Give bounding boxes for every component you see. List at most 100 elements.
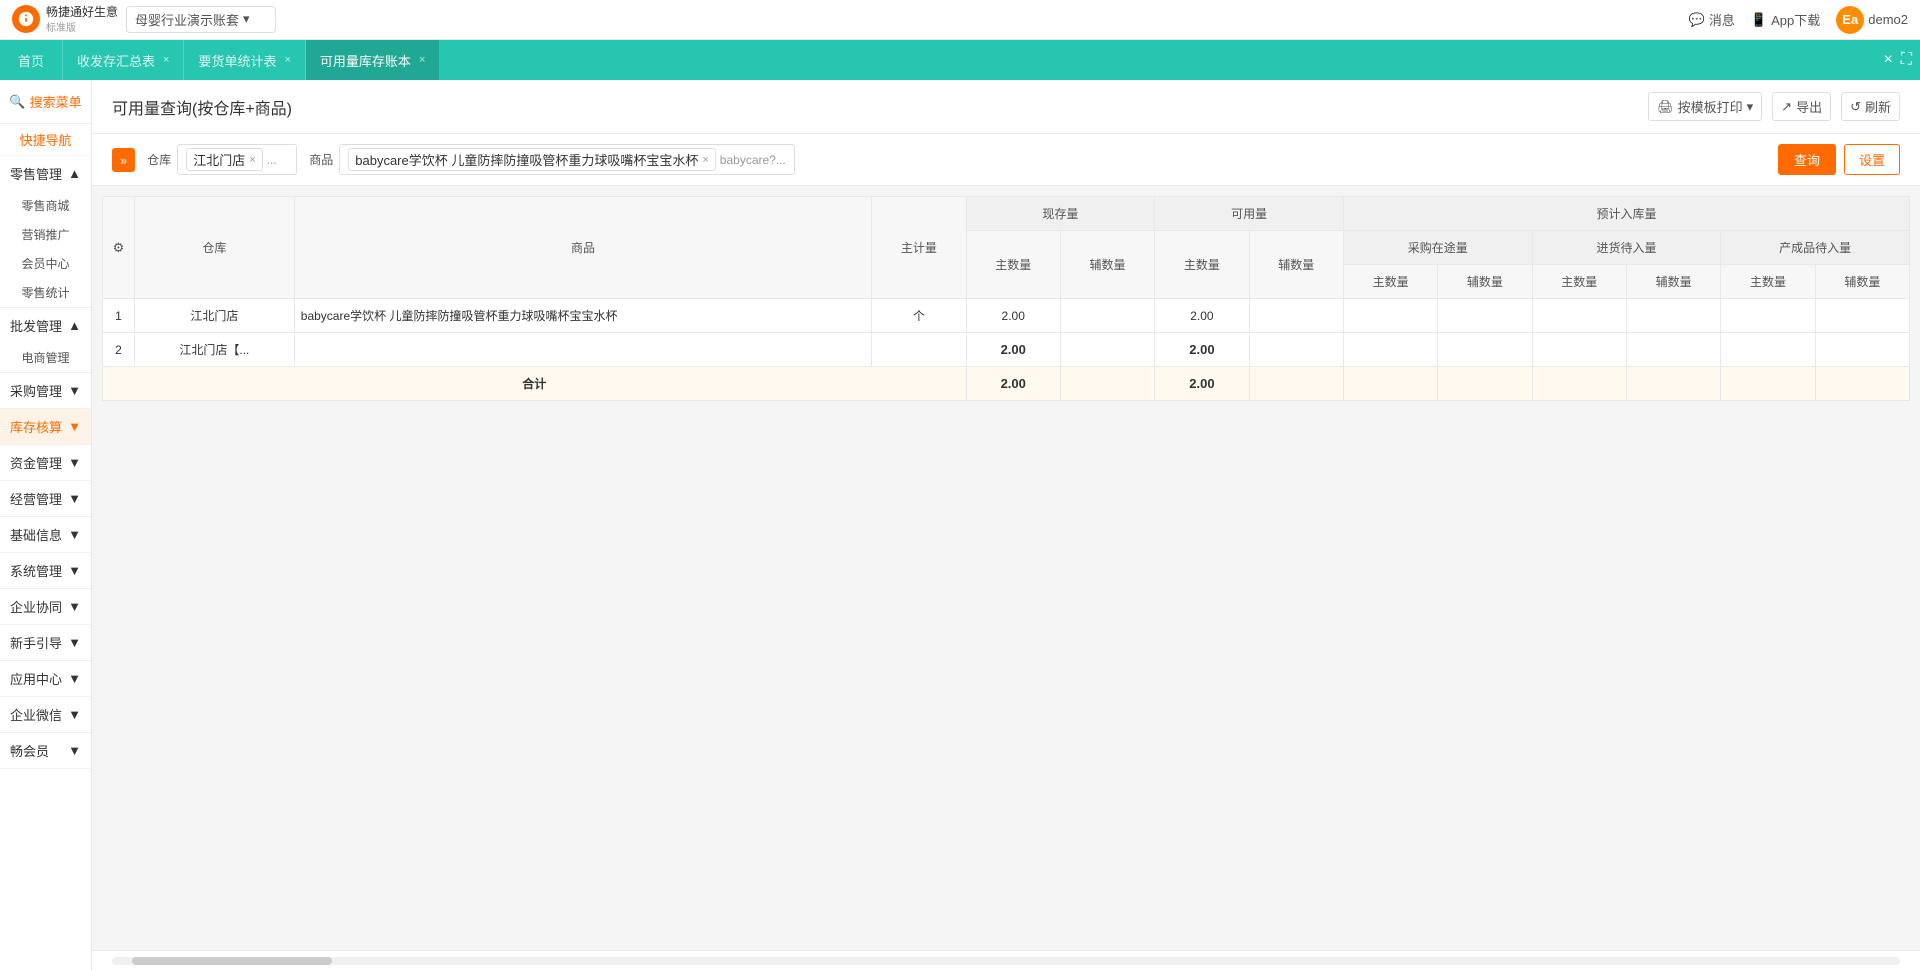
tab-order-stats[interactable]: 要货单统计表 × bbox=[184, 40, 305, 80]
logo-area: 畅捷通好生意 标准版 bbox=[12, 5, 118, 34]
product-tag-1: babycare学饮杯 儿童防摔防撞吸管杯重力球吸嘴杯宝宝水杯 × bbox=[348, 148, 716, 171]
unit-col-header: 主计量 bbox=[872, 197, 966, 299]
tab-home[interactable]: 首页 bbox=[0, 40, 63, 80]
tenant-name: 母婴行业演示账套 bbox=[135, 10, 239, 29]
sidebar-item-retail-mall[interactable]: 零售商城 bbox=[0, 191, 91, 220]
sidebar-section-members2-title[interactable]: 畅会员 ▼ bbox=[0, 733, 91, 768]
sidebar-section-collab-title[interactable]: 企业协同 ▼ bbox=[0, 589, 91, 624]
settings-col-icon: ⚙ bbox=[113, 240, 125, 255]
app-download-button[interactable]: 📱 App下载 bbox=[1751, 10, 1820, 29]
nav-tabs: 首页 收发存汇总表 × 要货单统计表 × 可用量库存账本 × × ⛶ bbox=[0, 40, 1920, 80]
wholesale-expand-icon: ▲ bbox=[68, 318, 81, 333]
row1-unit: 个 bbox=[872, 299, 966, 333]
refresh-icon: ↺ bbox=[1850, 99, 1861, 115]
total-avail-aux bbox=[1249, 367, 1343, 401]
quick-nav-button[interactable]: 快捷导航 bbox=[0, 124, 91, 156]
total-current-main: 2.00 bbox=[966, 367, 1060, 401]
export-label: 导出 bbox=[1796, 97, 1822, 116]
finished-aux-qty-header: 辅数量 bbox=[1815, 265, 1909, 299]
sidebar-section-guide-title[interactable]: 新手引导 ▼ bbox=[0, 625, 91, 660]
fullscreen-button[interactable]: ⛶ bbox=[1901, 51, 1912, 69]
warehouse-filter-label: 仓库 bbox=[147, 151, 171, 168]
sidebar-section-wholesale: 批发管理 ▲ 电商管理 bbox=[0, 308, 91, 373]
operations-expand-icon: ▼ bbox=[68, 491, 81, 506]
scroll-track[interactable] bbox=[112, 957, 1900, 965]
total-purchase-aux bbox=[1438, 367, 1532, 401]
message-label: 消息 bbox=[1709, 10, 1735, 29]
row2-index: 2 bbox=[103, 333, 135, 367]
row1-avail-main: 2.00 bbox=[1155, 299, 1249, 333]
print-chevron-icon: ▾ bbox=[1747, 99, 1754, 115]
avatar-initial: Ea bbox=[1842, 12, 1858, 27]
sidebar-section-wholesale-title[interactable]: 批发管理 ▲ bbox=[0, 308, 91, 343]
purchase-expand-icon: ▼ bbox=[68, 383, 81, 398]
row2-avail-main: 2.00 bbox=[1155, 333, 1249, 367]
product-tag-1-close[interactable]: × bbox=[702, 154, 708, 166]
user-menu[interactable]: Ea demo2 bbox=[1836, 6, 1908, 34]
warehouse-filter-input[interactable]: 江北门店 × ... bbox=[177, 144, 297, 175]
settings-col-header[interactable]: ⚙ bbox=[103, 197, 135, 299]
tab-order-stats-close[interactable]: × bbox=[284, 54, 290, 66]
purchase-main-qty-header: 主数量 bbox=[1343, 265, 1437, 299]
query-button[interactable]: 查询 bbox=[1778, 144, 1836, 175]
message-button[interactable]: 💬 消息 bbox=[1689, 10, 1735, 29]
table-wrapper: ⚙ 仓库 商品 主计量 现存量 可用量 预计入库量 主数量 辅数量 主数量 辅数… bbox=[92, 186, 1920, 950]
warehouse-tag-close[interactable]: × bbox=[249, 154, 255, 166]
page-title: 可用量查询(按仓库+商品) bbox=[112, 95, 292, 119]
tab-available-inventory-close[interactable]: × bbox=[419, 54, 425, 66]
export-button[interactable]: ↗ 导出 bbox=[1772, 92, 1831, 121]
app-download-label: App下载 bbox=[1771, 10, 1820, 29]
logo-subtitle: 标准版 bbox=[46, 19, 118, 34]
row2-finished-main bbox=[1721, 333, 1815, 367]
retail-label: 零售管理 bbox=[10, 164, 62, 183]
current-aux-qty-header: 辅数量 bbox=[1060, 231, 1154, 299]
row2-inbound-main bbox=[1532, 333, 1626, 367]
sidebar-section-purchase-title[interactable]: 采购管理 ▼ bbox=[0, 373, 91, 408]
sidebar-section-system-title[interactable]: 系统管理 ▼ bbox=[0, 553, 91, 588]
purchase-label: 采购管理 bbox=[10, 381, 62, 400]
sidebar-section-operations-title[interactable]: 经营管理 ▼ bbox=[0, 481, 91, 516]
scroll-thumb[interactable] bbox=[132, 957, 332, 965]
tab-available-inventory[interactable]: 可用量库存账本 × bbox=[306, 40, 440, 80]
total-label: 合计 bbox=[103, 367, 967, 401]
warehouse-tag-text: 江北门店 bbox=[193, 150, 245, 169]
sidebar-item-marketing[interactable]: 营销推广 bbox=[0, 220, 91, 249]
wholesale-label: 批发管理 bbox=[10, 316, 62, 335]
sidebar-section-finance-title[interactable]: 资金管理 ▼ bbox=[0, 445, 91, 480]
operations-label: 经营管理 bbox=[10, 489, 62, 508]
sidebar-section-basics-title[interactable]: 基础信息 ▼ bbox=[0, 517, 91, 552]
tab-inventory-summary-close[interactable]: × bbox=[163, 54, 169, 66]
tab-inventory-summary[interactable]: 收发存汇总表 × bbox=[63, 40, 184, 80]
row1-purchase-aux bbox=[1438, 299, 1532, 333]
sidebar-section-system: 系统管理 ▼ bbox=[0, 553, 91, 589]
filter-toggle-button[interactable]: » bbox=[112, 148, 135, 172]
finished-pending-header: 产成品待入量 bbox=[1721, 231, 1910, 265]
row1-current-aux bbox=[1060, 299, 1154, 333]
filter-toggle-icon: » bbox=[120, 153, 127, 168]
close-all-tabs-button[interactable]: × bbox=[1883, 51, 1892, 69]
print-label: 按模板打印 bbox=[1678, 97, 1743, 116]
export-icon: ↗ bbox=[1781, 99, 1792, 115]
row1-current-main: 2.00 bbox=[966, 299, 1060, 333]
sidebar-section-appstore-title[interactable]: 应用中心 ▼ bbox=[0, 661, 91, 696]
product-filter-more[interactable]: babycare?... bbox=[720, 153, 786, 167]
collab-label: 企业协同 bbox=[10, 597, 62, 616]
total-finished-main bbox=[1721, 367, 1815, 401]
sidebar-item-members[interactable]: 会员中心 bbox=[0, 249, 91, 278]
search-icon: 🔍 bbox=[9, 94, 25, 110]
tenant-selector[interactable]: 母婴行业演示账套 ▾ bbox=[126, 6, 276, 33]
search-menu-button[interactable]: 🔍 搜索菜单 bbox=[8, 88, 83, 115]
product-tag-1-text: babycare学饮杯 儿童防摔防撞吸管杯重力球吸嘴杯宝宝水杯 bbox=[355, 150, 698, 169]
refresh-button[interactable]: ↺ 刷新 bbox=[1841, 92, 1900, 121]
sidebar-section-retail-title[interactable]: 零售管理 ▲ bbox=[0, 156, 91, 191]
sidebar-item-ecommerce[interactable]: 电商管理 bbox=[0, 343, 91, 372]
sidebar-item-retail-stats[interactable]: 零售统计 bbox=[0, 278, 91, 307]
warehouse-filter-more[interactable]: ... bbox=[267, 153, 277, 167]
nav-tab-actions: × ⛶ bbox=[1875, 40, 1920, 80]
product-filter-input[interactable]: babycare学饮杯 儿童防摔防撞吸管杯重力球吸嘴杯宝宝水杯 × babyca… bbox=[339, 144, 795, 175]
inventory-expand-icon: ▼ bbox=[68, 419, 81, 434]
print-button[interactable]: 🖨 按模板打印 ▾ bbox=[1648, 92, 1762, 121]
sidebar-section-inventory-title[interactable]: 库存核算 ▼ bbox=[0, 409, 91, 444]
sidebar-section-wechat-title[interactable]: 企业微信 ▼ bbox=[0, 697, 91, 732]
settings-button[interactable]: 设置 bbox=[1844, 144, 1900, 175]
